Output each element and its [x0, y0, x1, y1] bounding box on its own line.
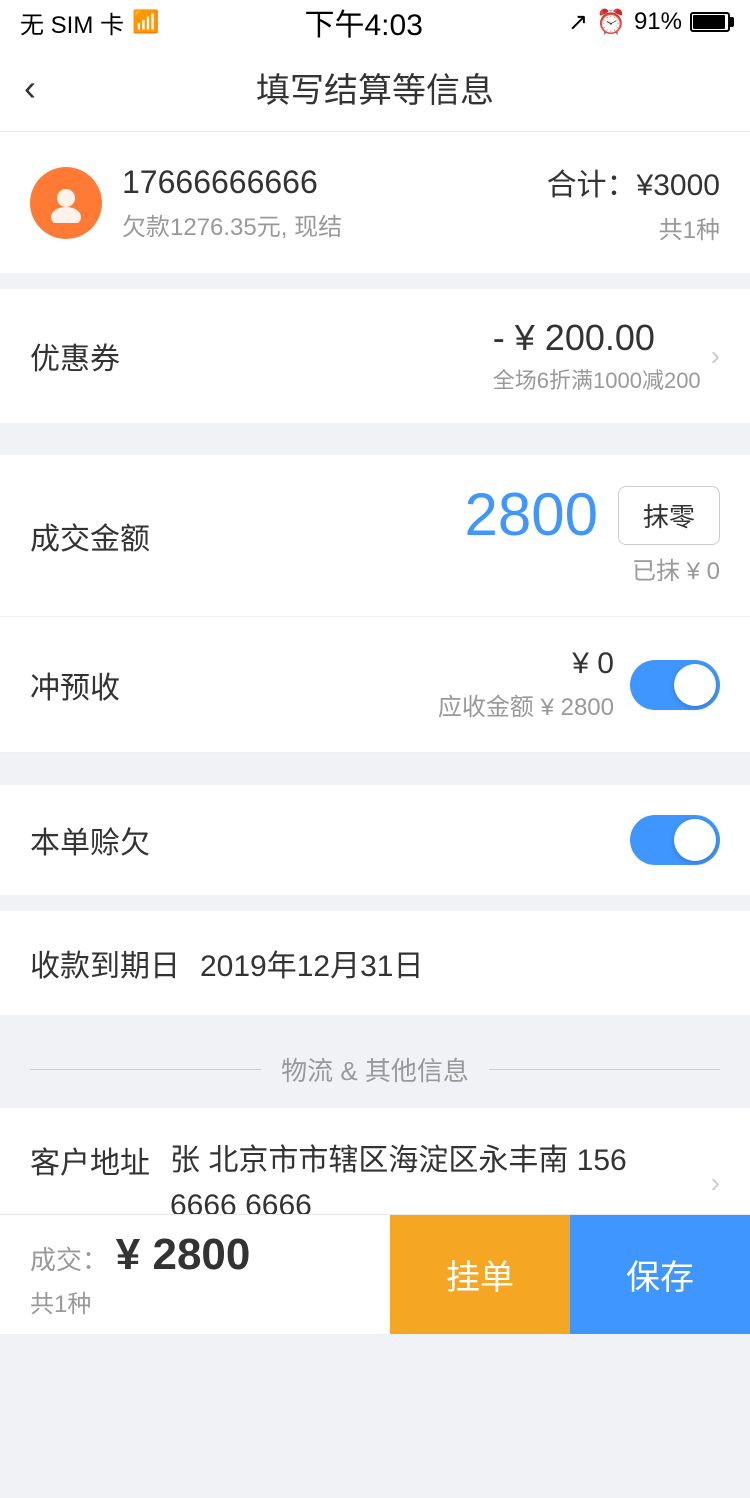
due-date-row: 收款到期日 2019年12月31日: [0, 911, 750, 1015]
bad-debt-toggle[interactable]: [630, 815, 720, 865]
coupon-right: - ¥ 200.00 全场6折满1000减200 ›: [493, 317, 720, 395]
coupon-desc: 全场6折满1000减200: [493, 363, 701, 395]
section-divider-2: [0, 769, 750, 785]
nav-bar: ‹ 填写结算等信息: [0, 44, 750, 132]
user-phone: 17666666666: [122, 164, 342, 201]
page-title: 填写结算等信息: [256, 63, 494, 112]
charge-amount: ¥ 0: [438, 647, 614, 681]
location-icon: ↗: [568, 8, 588, 37]
bottom-buttons: 挂单 保存: [390, 1215, 750, 1334]
user-left: 17666666666 欠款1276.35元, 现结: [30, 164, 342, 242]
coupon-row[interactable]: 优惠券 - ¥ 200.00 全场6折满1000减200 ›: [0, 289, 750, 423]
coupon-chevron-icon: ›: [711, 340, 720, 372]
due-date-value: 2019年12月31日: [200, 941, 423, 985]
bad-debt-label: 本单赊欠: [30, 818, 150, 862]
user-right: 合计：¥3000 共1种: [547, 160, 720, 245]
back-button[interactable]: ‹: [24, 67, 36, 109]
status-time: 下午4:03: [304, 0, 422, 44]
divider-line-right: [489, 1069, 720, 1070]
transaction-label: 成交金额: [30, 514, 150, 558]
bad-debt-row: 本单赊欠: [0, 785, 750, 895]
pre-charge-label: 冲预收: [30, 663, 120, 707]
address-chevron-icon: ›: [711, 1167, 720, 1199]
charge-right: ¥ 0 应收金额 ¥ 2800: [438, 647, 720, 722]
bottom-total-label: 成交：: [30, 1245, 108, 1275]
battery-percent: 91%: [634, 8, 682, 36]
bottom-bar: 成交： ¥ 2800 共1种 挂单 保存: [0, 1214, 750, 1334]
avatar: [30, 167, 102, 239]
status-left: 无 SIM 卡 📶: [20, 5, 159, 40]
divider-line-left: [30, 1069, 261, 1070]
bottom-total-row: 成交： ¥ 2800: [30, 1230, 360, 1280]
bottom-count: 共1种: [30, 1284, 360, 1319]
transaction-row: 成交金额 2800 抹零 已抹 ¥ 0: [0, 455, 750, 617]
address-label: 客户地址: [30, 1138, 150, 1182]
bottom-left: 成交： ¥ 2800 共1种: [0, 1230, 390, 1319]
user-card: 17666666666 欠款1276.35元, 现结 合计：¥3000 共1种: [0, 132, 750, 273]
status-right: ↗ ⏰ 91%: [568, 8, 730, 37]
total-amount: 合计：¥3000: [547, 160, 720, 204]
section-divider-1: [0, 439, 750, 455]
pre-charge-row: 冲预收 ¥ 0 应收金额 ¥ 2800: [0, 617, 750, 753]
round-button[interactable]: 抹零: [618, 486, 720, 545]
coupon-discount: - ¥ 200.00: [493, 317, 701, 359]
charge-sub: 应收金额 ¥ 2800: [438, 687, 614, 722]
transaction-value-area: 2800 抹零: [465, 485, 721, 545]
user-info: 17666666666 欠款1276.35元, 现结: [122, 164, 342, 242]
transaction-sub: 已抹 ¥ 0: [465, 551, 721, 586]
save-button[interactable]: 保存: [570, 1215, 750, 1334]
status-bar: 无 SIM 卡 📶 下午4:03 ↗ ⏰ 91%: [0, 0, 750, 44]
user-sub: 欠款1276.35元, 现结: [122, 207, 342, 242]
pending-button[interactable]: 挂单: [390, 1215, 570, 1334]
bad-debt-toggle-knob: [674, 819, 716, 861]
logistics-divider: 物流 & 其他信息: [0, 1031, 750, 1108]
transaction-section: 成交金额 2800 抹零 已抹 ¥ 0 冲预收 ¥ 0 应收金额 ¥ 2800: [0, 455, 750, 753]
battery-icon: [690, 12, 730, 32]
alarm-icon: ⏰: [596, 8, 626, 37]
bottom-amount: ¥ 2800: [116, 1230, 251, 1279]
pre-charge-toggle[interactable]: [630, 660, 720, 710]
logistics-divider-text: 物流 & 其他信息: [281, 1051, 469, 1088]
coupon-label: 优惠券: [30, 334, 120, 378]
toggle-knob: [674, 664, 716, 706]
charge-amount-block: ¥ 0 应收金额 ¥ 2800: [438, 647, 614, 722]
total-count: 共1种: [547, 210, 720, 245]
due-date-label: 收款到期日: [30, 941, 180, 985]
no-sim-label: 无 SIM 卡: [20, 5, 124, 40]
transaction-amount: 2800: [465, 485, 598, 545]
wifi-icon: 📶: [132, 9, 159, 35]
